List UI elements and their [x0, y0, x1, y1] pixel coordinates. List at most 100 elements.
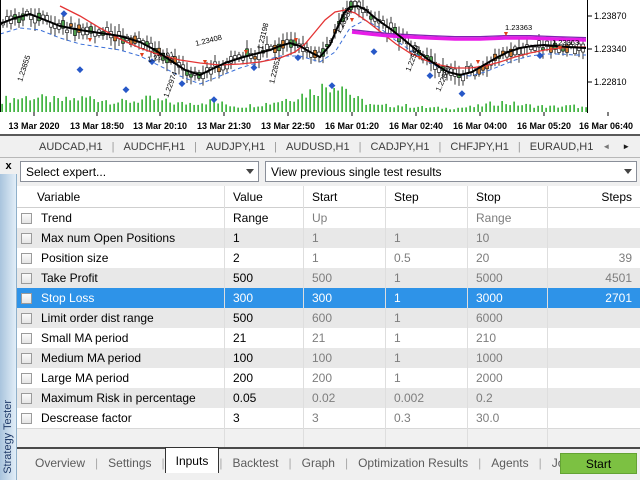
- start-cell: Up: [312, 211, 328, 225]
- row-checkbox[interactable]: [21, 372, 32, 384]
- variable-name: Maximum Risk in percentage: [41, 391, 196, 405]
- row-checkbox[interactable]: [21, 352, 32, 364]
- variable-name: Small MA period: [41, 331, 129, 345]
- symbol-tab-audjpy-h1[interactable]: AUDJPY,H1: [197, 141, 274, 153]
- results-view-dropdown[interactable]: View previous single test results: [265, 161, 637, 182]
- row-checkbox[interactable]: [21, 332, 32, 344]
- step-cell: 1: [394, 371, 401, 385]
- table-row-take-profit[interactable]: Take Profit 500 500 1 5000 4501: [17, 268, 640, 288]
- stop-cell: Range: [476, 211, 512, 225]
- tester-tab-bar: Overview | Settings | Inputs | Backtest | Graph |…: [17, 447, 640, 477]
- start-button-label: Start: [585, 456, 612, 471]
- chart-canvas[interactable]: ◆◆◆◆◆◆◆◆◆◆◆◆◆▼▼▼▼▼▼▼▼▼▼1.23855 1.227911.2…: [0, 0, 640, 134]
- row-checkbox[interactable]: [21, 232, 32, 244]
- value-cell: 3: [233, 411, 240, 425]
- row-checkbox[interactable]: [21, 292, 32, 304]
- variable-name: Medium MA period: [41, 351, 142, 365]
- stop-cell: 6000: [476, 311, 503, 325]
- table-row-stop-loss[interactable]: Stop Loss 300 300 1 3000 2701: [17, 288, 640, 308]
- start-cell: 100: [312, 351, 333, 365]
- sell-marker-icon: ▼: [139, 52, 146, 59]
- table-row-trend[interactable]: Trend Range Up Range: [17, 208, 640, 228]
- step-cell: 0.002: [394, 391, 425, 405]
- column-header-start: Start: [312, 189, 338, 204]
- value-cell: 300: [233, 291, 254, 305]
- value-cell: 200: [233, 371, 254, 385]
- time-axis-label: 16 Mar 01:20: [325, 121, 379, 131]
- symbol-tab-audusd-h1[interactable]: AUDUSD,H1: [277, 141, 359, 153]
- tab-backtest[interactable]: Backtest: [222, 453, 288, 473]
- price-chart[interactable]: ◆ ◆ ◆ ◆ ◆ ◆ ◆ ◆ ◆ ◆ ◆ ◆ ◆ ▼ ▼ ▼ ▼ ▼ ▼ ▼ ▼ ▼ ▼ 1.23855 1.22791 1.2…: [0, 0, 640, 134]
- time-axis-label: 13 Mar 20:10: [133, 121, 187, 131]
- step-cell: 1: [394, 311, 401, 325]
- price-axis-label: 1.23870: [594, 11, 627, 21]
- start-cell: 21: [312, 331, 326, 345]
- buy-marker-icon: ◆: [61, 8, 68, 18]
- start-button[interactable]: Start: [560, 453, 637, 474]
- symbol-tab-audcad-h1[interactable]: AUDCAD,H1: [30, 141, 112, 153]
- close-panel-button[interactable]: x: [0, 158, 17, 174]
- symbol-tab-chfjpy-h1[interactable]: CHFJPY,H1: [441, 141, 517, 153]
- start-cell: 3: [312, 411, 319, 425]
- price-annotation: 1.23855: [15, 54, 32, 83]
- symbol-tab-cadjpy-h1[interactable]: CADJPY,H1: [361, 141, 438, 153]
- time-axis-label: 13 Mar 2020: [8, 121, 59, 131]
- expert-select-value: Select expert...: [26, 164, 107, 179]
- stop-cell: 5000: [476, 271, 503, 285]
- table-row-small-ma-period[interactable]: Small MA period 21 21 1 210: [17, 328, 640, 348]
- inputs-table: Variable Value Start Step Stop Steps Trend Ran…: [17, 186, 640, 447]
- symbol-tab-euraud-h1[interactable]: EURAUD,H1: [521, 141, 603, 153]
- tab-settings[interactable]: Settings: [98, 453, 161, 473]
- table-row-maximum-risk-in-percentage[interactable]: Maximum Risk in percentage 0.05 0.02 0.002 0…: [17, 388, 640, 408]
- symbol-tab-audchf-h1[interactable]: AUDCHF,H1: [114, 141, 194, 153]
- step-cell: 0.3: [394, 411, 411, 425]
- tab-optimization-results[interactable]: Optimization Results: [348, 453, 478, 473]
- time-axis-label: 13 Mar 21:30: [197, 121, 251, 131]
- value-cell: 500: [233, 271, 254, 285]
- tab-agents[interactable]: Agents: [481, 453, 538, 473]
- column-header-value: Value: [233, 189, 263, 204]
- stop-cell: 20: [476, 251, 490, 265]
- sell-marker-icon: ▼: [87, 37, 94, 44]
- value-cell: 1: [233, 231, 240, 245]
- variable-name: Limit order dist range: [41, 311, 154, 325]
- row-checkbox[interactable]: [21, 212, 32, 224]
- tab-overview[interactable]: Overview: [25, 453, 95, 473]
- value-cell: 21: [233, 331, 247, 345]
- row-checkbox[interactable]: [21, 312, 32, 324]
- steps-cell: 2701: [605, 291, 632, 305]
- symbol-scroll-controls: ◄ ►: [602, 142, 640, 151]
- symbol-tab-strip: AUDCAD,H1 | AUDCHF,H1 | AUDJPY,H1 | AUDUSD,H1 |…: [0, 134, 640, 158]
- buy-marker-icon: ◆: [251, 62, 258, 72]
- stop-cell: 30.0: [476, 411, 500, 425]
- table-row-medium-ma-period[interactable]: Medium MA period 100 100 1 1000: [17, 348, 640, 368]
- start-cell: 300: [312, 291, 333, 305]
- step-cell: 0.5: [394, 251, 411, 265]
- time-axis-label: 13 Mar 22:50: [261, 121, 315, 131]
- expert-select-dropdown[interactable]: Select expert...: [20, 161, 259, 182]
- time-axis-label: 13 Mar 18:50: [70, 121, 124, 131]
- time-axis-label: 16 Mar 06:40: [579, 121, 633, 131]
- variable-name: Max num Open Positions: [41, 231, 176, 245]
- table-row-limit-order-dist-range[interactable]: Limit order dist range 500 600 1 6000: [17, 308, 640, 328]
- tab-graph[interactable]: Graph: [292, 453, 345, 473]
- row-checkbox[interactable]: [21, 272, 32, 284]
- buy-marker-icon: ◆: [329, 80, 336, 90]
- row-checkbox[interactable]: [21, 252, 32, 264]
- column-header-variable: Variable: [37, 189, 81, 204]
- price-annotation: 1.23363: [505, 23, 532, 32]
- price-axis-label: 1.22810: [594, 77, 627, 87]
- scroll-right-icon[interactable]: ►: [622, 142, 630, 151]
- table-row-large-ma-period[interactable]: Large MA period 200 200 1 2000: [17, 368, 640, 388]
- row-checkbox[interactable]: [21, 412, 32, 424]
- table-row-position-size[interactable]: Position size 2 1 0.5 20 39: [17, 248, 640, 268]
- price-annotation: 1.23363: [552, 38, 579, 47]
- row-checkbox[interactable]: [21, 392, 32, 404]
- buy-marker-icon: ◆: [427, 70, 434, 80]
- table-row-descrease-factor[interactable]: Descrease factor 3 3 0.3 30.0: [17, 408, 640, 428]
- tab-inputs[interactable]: Inputs: [164, 447, 220, 473]
- strategy-tester-sidebar[interactable]: [0, 158, 17, 480]
- table-row-max-num-open-positions[interactable]: Max num Open Positions 1 1 1 10: [17, 228, 640, 248]
- variable-name: Take Profit: [41, 271, 98, 285]
- scroll-left-icon[interactable]: ◄: [602, 142, 610, 151]
